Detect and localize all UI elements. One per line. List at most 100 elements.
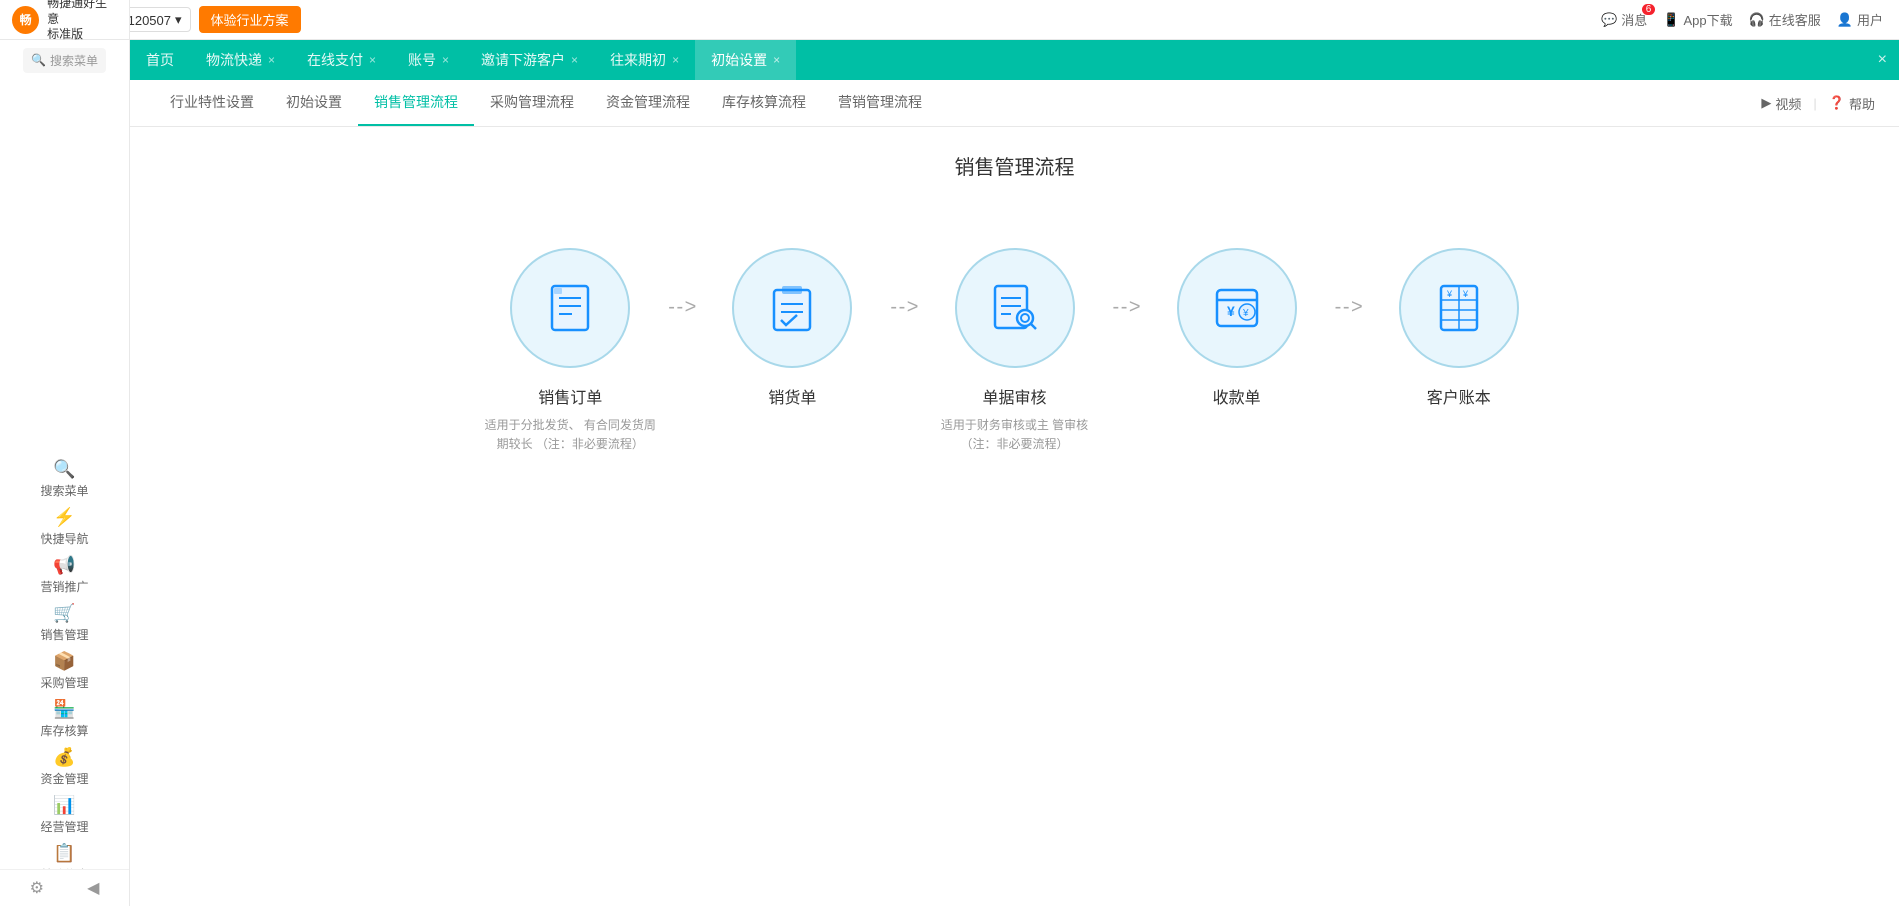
flow-step-receipt: ¥ ¥ 收款单 [1147,248,1327,416]
flow-circle-customer-ledger: ¥ ¥ [1399,248,1519,368]
collapse-icon[interactable]: ◀ [87,878,99,898]
flow-circle-sales-invoice [732,248,852,368]
sidebar-icon-operations-mgmt: 📊 [53,795,75,816]
sidebar-item-purchase-mgmt[interactable]: 📦 采购管理 [0,647,129,695]
flow-arrow-1: - - > [882,296,924,319]
sidebar-icon-basic-info: 📋 [53,843,75,864]
user-name-label: 用户 [1857,10,1883,29]
sub-tab-资金管理流程[interactable]: 资金管理流程 [590,80,706,126]
sidebar-bottom: ⚙ ◀ [0,869,129,906]
sidebar-item-operations-mgmt[interactable]: 📊 经营管理 [0,791,129,839]
action-帮助[interactable]: ❓帮助 [1829,94,1875,113]
sidebar-item-search[interactable]: 🔍 搜索菜单 [0,40,129,80]
trial-button[interactable]: 体验行业方案 [199,6,301,33]
sidebar-label-shortcut: 快捷导航 [40,530,88,547]
svg-text:¥: ¥ [1227,303,1235,319]
online-service-item[interactable]: 🎧 在线客服 [1749,10,1821,29]
flow-step-sales-invoice: 销货单 [702,248,882,416]
nav-tab-邀请下游客户[interactable]: 邀请下游客户 × [465,40,594,80]
nav-tab-在线支付[interactable]: 在线支付 × [291,40,392,80]
action-icon: ❓ [1829,95,1845,111]
sub-tab-销售管理流程[interactable]: 销售管理流程 [358,80,474,126]
settings-bottom-icon[interactable]: ⚙ [30,878,44,898]
sidebar-icon-search: 🔍 [53,459,75,480]
nav-tab-close[interactable]: × [773,53,780,67]
sub-tab-采购管理流程[interactable]: 采购管理流程 [474,80,590,126]
nav-tab-label: 账号 [408,50,436,70]
logo-icon: 畅 [12,6,39,34]
nav-tab-close[interactable]: × [268,53,275,67]
sidebar-item-search[interactable]: 🔍 搜索菜单 [0,455,129,503]
flow-circle-sales-order [510,248,630,368]
flow-circle-receipt: ¥ ¥ [1177,248,1297,368]
flow-step-sales-order: 销售订单适用于分批发货、 有合同发货周期较长 （注：非必要流程） [480,248,660,454]
top-bar: 用户690企业1660120507 ▾ 体验行业方案 💬 消息 6 📱 App下… [0,0,1899,40]
nav-tab-close[interactable]: × [571,53,578,67]
sidebar-label-marketing-promo: 营销推广 [40,578,88,595]
message-badge: 6 [1642,4,1656,15]
sub-tab-库存核算流程[interactable]: 库存核算流程 [706,80,822,126]
action-label: 帮助 [1849,94,1875,113]
sidebar-label-inventory: 库存核算 [40,722,88,739]
flow-circle-doc-review [955,248,1075,368]
sub-tab-行业特性设置[interactable]: 行业特性设置 [154,80,270,126]
search-placeholder: 搜索菜单 [50,52,98,69]
sidebar: 畅 畅捷通好生意 标准版 🔍 搜索菜单 🔍 搜索菜单 ⚡ 快捷导航 📢 营销推广… [0,0,130,906]
top-bar-right: 💬 消息 6 📱 App下载 🎧 在线客服 👤 用户 [1601,10,1883,29]
flow-label-customer-ledger: 客户账本 [1427,384,1491,408]
nav-tab-label: 邀请下游客户 [481,50,565,70]
nav-close-all[interactable]: × [1866,51,1899,69]
page-title: 销售管理流程 [154,151,1875,180]
search-input-area[interactable]: 🔍 搜索菜单 [23,48,106,73]
nav-tab-label: 往来期初 [610,50,666,70]
service-icon: 🎧 [1749,12,1765,28]
flow-label-receipt: 收款单 [1213,384,1261,408]
sub-tabs: 行业特性设置初始设置销售管理流程采购管理流程资金管理流程库存核算流程营销管理流程… [130,80,1899,127]
action-视频[interactable]: ▶视频 [1761,94,1801,113]
logo-text: 畅捷通好生意 标准版 [47,0,117,43]
svg-text:¥: ¥ [1242,308,1249,319]
sidebar-nav-items: 🔍 搜索菜单 ⚡ 快捷导航 📢 营销推广 🛒 销售管理 📦 采购管理 🏪 库存核… [0,455,129,870]
svg-text:¥: ¥ [1446,289,1453,299]
nav-tab-往来期初[interactable]: 往来期初 × [594,40,695,80]
sub-tab-actions: ▶视频 | ❓帮助 [1761,94,1875,113]
nav-tab-首页[interactable]: 首页 [130,40,190,80]
sidebar-item-marketing-promo[interactable]: 📢 营销推广 [0,551,129,599]
page-content: 销售管理流程 销售订单适用于分批发货、 有合同发货周期较长 （注：非必要流程） -… [130,127,1899,498]
sidebar-item-shortcut[interactable]: ⚡ 快捷导航 [0,503,129,551]
flow-step-customer-ledger: ¥ ¥ 客户账本 [1369,248,1549,416]
sub-tab-营销管理流程[interactable]: 营销管理流程 [822,80,938,126]
sidebar-icon-shortcut: ⚡ [53,507,75,528]
nav-tabs: 首页物流快递 × 在线支付 × 账号 × 邀请下游客户 × 往来期初 × 初始设置 × × [130,40,1899,80]
sidebar-item-finance-mgmt[interactable]: 💰 资金管理 [0,743,129,791]
message-item[interactable]: 💬 消息 6 [1601,10,1647,29]
sidebar-item-inventory[interactable]: 🏪 库存核算 [0,695,129,743]
flow-label-sales-order: 销售订单 [538,384,602,408]
nav-tab-label: 初始设置 [711,50,767,70]
flow-desc-sales-order: 适用于分批发货、 有合同发货周期较长 （注：非必要流程） [480,416,660,454]
user-avatar-item[interactable]: 👤 用户 [1837,10,1883,29]
nav-tab-初始设置[interactable]: 初始设置 × [695,40,796,80]
nav-tab-label: 物流快递 [206,50,262,70]
flow-label-sales-invoice: 销货单 [768,384,816,408]
sidebar-item-basic-info[interactable]: 📋 基础信息 [0,839,129,870]
divider: | [1813,96,1816,111]
nav-tab-物流快递[interactable]: 物流快递 × [190,40,291,80]
nav-tab-close[interactable]: × [442,53,449,67]
sidebar-item-sales-mgmt[interactable]: 🛒 销售管理 [0,599,129,647]
flow-arrow-3: - - > [1327,296,1369,319]
app-download-label: App下载 [1683,10,1732,29]
sidebar-icon-inventory: 🏪 [53,699,75,720]
sidebar-items: 🔍 搜索菜单 [0,40,129,455]
nav-tab-close[interactable]: × [672,53,679,67]
dropdown-icon: ▾ [175,12,182,28]
nav-tab-label: 在线支付 [307,50,363,70]
svg-text:¥: ¥ [1462,289,1469,299]
sidebar-label-basic-info: 基础信息 [40,866,88,870]
app-download-item[interactable]: 📱 App下载 [1663,10,1732,29]
action-label: 视频 [1775,94,1801,113]
nav-tab-close[interactable]: × [369,53,376,67]
flow-diagram: 销售订单适用于分批发货、 有合同发货周期较长 （注：非必要流程） - - > 销货… [154,228,1875,474]
sub-tab-初始设置[interactable]: 初始设置 [270,80,358,126]
nav-tab-账号[interactable]: 账号 × [392,40,465,80]
